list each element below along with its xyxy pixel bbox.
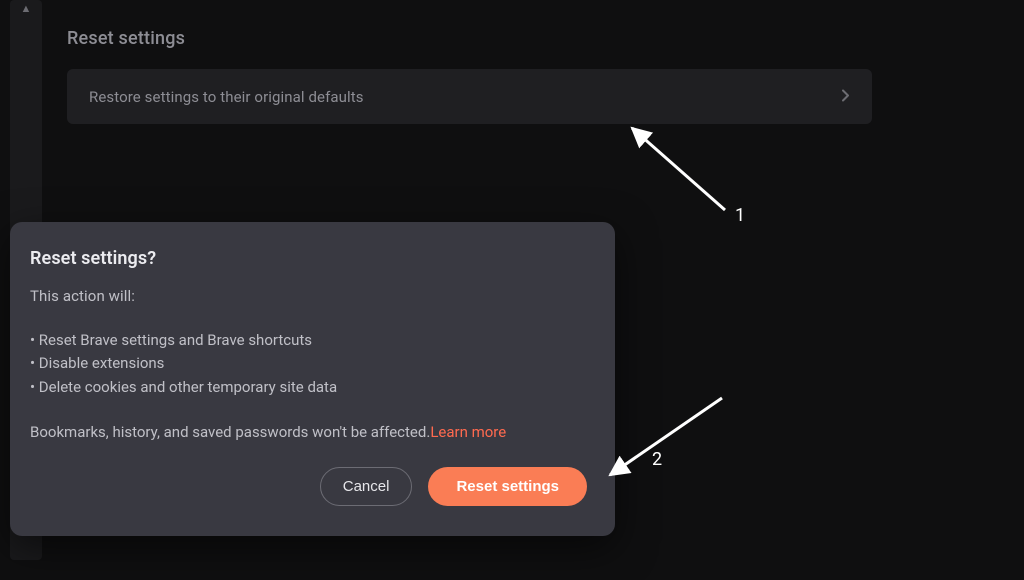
dialog-bullet: • Disable extensions [30, 352, 595, 375]
annotation-label-1: 1 [735, 205, 745, 226]
reset-settings-button[interactable]: Reset settings [428, 467, 587, 506]
dialog-bullet: • Reset Brave settings and Brave shortcu… [30, 329, 595, 352]
dialog-footer: Bookmarks, history, and saved passwords … [30, 423, 595, 441]
dialog-bullets: • Reset Brave settings and Brave shortcu… [30, 329, 595, 399]
reset-settings-dialog: Reset settings? This action will: • Rese… [10, 222, 615, 536]
learn-more-link[interactable]: Learn more [430, 423, 506, 441]
chevron-right-icon [842, 89, 850, 104]
annotation-label-2: 2 [652, 449, 662, 470]
restore-defaults-row[interactable]: Restore settings to their original defau… [67, 69, 872, 124]
dialog-footer-text: Bookmarks, history, and saved passwords … [30, 423, 430, 441]
restore-defaults-label: Restore settings to their original defau… [89, 88, 364, 106]
dialog-title: Reset settings? [30, 248, 595, 269]
dialog-actions: Cancel Reset settings [30, 467, 595, 506]
dialog-bullet: • Delete cookies and other temporary sit… [30, 376, 595, 399]
section-title: Reset settings [67, 28, 185, 49]
cancel-button[interactable]: Cancel [320, 467, 413, 506]
dialog-subtitle: This action will: [30, 287, 595, 305]
scroll-up-icon[interactable]: ▲ [21, 2, 32, 15]
